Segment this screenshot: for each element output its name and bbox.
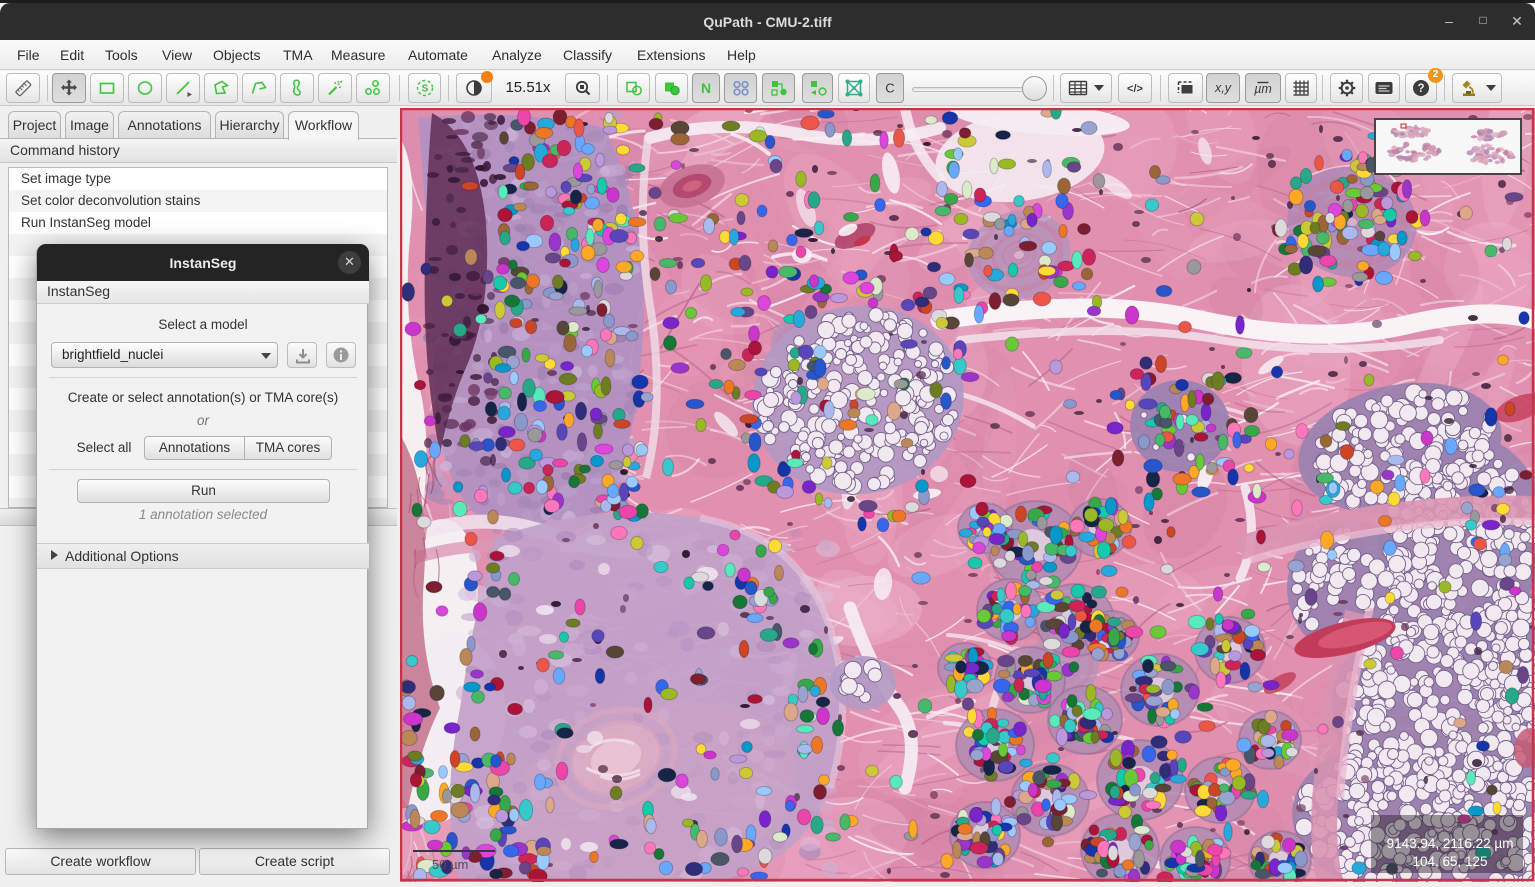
- svg-text:S: S: [421, 84, 428, 95]
- svg-text:µm: µm: [1254, 82, 1272, 96]
- svg-text:N: N: [701, 80, 711, 96]
- svg-text:C: C: [885, 81, 894, 96]
- svg-text:x,y: x,y: [1214, 81, 1232, 95]
- svg-text:?: ?: [1417, 83, 1424, 95]
- svg-text:</>: </>: [1127, 83, 1143, 95]
